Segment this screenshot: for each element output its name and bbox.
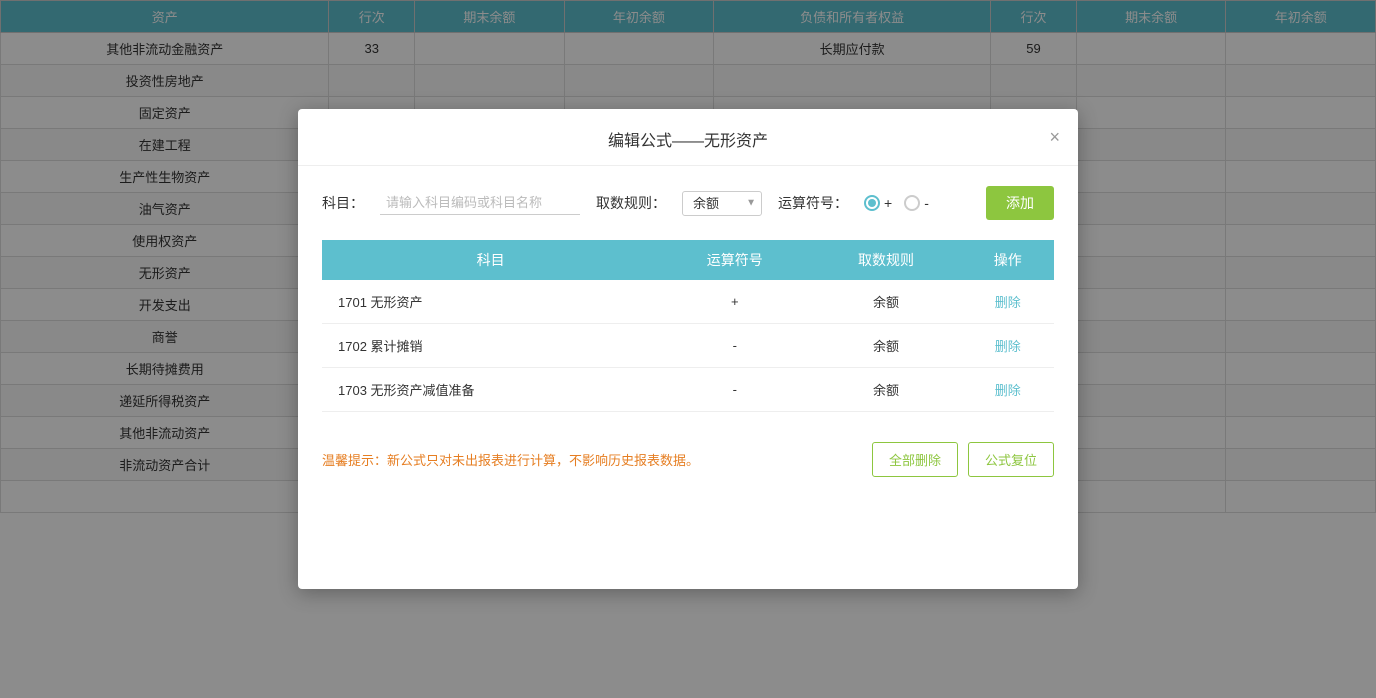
radio-plus-circle bbox=[864, 195, 880, 211]
formula-operator: - bbox=[659, 368, 810, 412]
formula-rule: 余额 bbox=[810, 324, 961, 368]
formula-table-row: 1703 无形资产减值准备 - 余额 删除 bbox=[322, 368, 1054, 412]
formula-table-row: 1701 无形资产 + 余额 删除 bbox=[322, 280, 1054, 324]
modal-footer: 温馨提示：新公式只对未出报表进行计算，不影响历史报表数据。 全部删除 公式复位 bbox=[298, 422, 1078, 477]
formula-table-row: 1702 累计摊销 - 余额 删除 bbox=[322, 324, 1054, 368]
formula-subject: 1703 无形资产减值准备 bbox=[322, 368, 659, 412]
delete-row-button[interactable]: 删除 bbox=[995, 336, 1021, 355]
subject-label: 科目： bbox=[322, 193, 364, 213]
rule-select-wrap: 余额 借方 贷方 ▼ bbox=[682, 191, 762, 216]
tip-text: 温馨提示：新公式只对未出报表进行计算，不影响历史报表数据。 bbox=[322, 450, 699, 469]
formula-subject: 1701 无形资产 bbox=[322, 280, 659, 324]
rule-label: 取数规则： bbox=[596, 193, 666, 213]
operator-plus-label: + bbox=[884, 195, 892, 211]
formula-table: 科目 运算符号 取数规则 操作 1701 无形资产 + 余额 删除 1702 累… bbox=[322, 240, 1054, 412]
col-rule: 取数规则 bbox=[810, 240, 961, 280]
delete-row-button[interactable]: 删除 bbox=[995, 292, 1021, 311]
rule-select[interactable]: 余额 借方 贷方 bbox=[682, 191, 762, 216]
radio-minus-circle bbox=[904, 195, 920, 211]
formula-subject: 1702 累计摊销 bbox=[322, 324, 659, 368]
modal-overlay: 编辑公式——无形资产 × 科目： 取数规则： 余额 借方 贷方 ▼ 运算符号： … bbox=[0, 0, 1376, 698]
operator-minus-radio[interactable]: - bbox=[904, 195, 929, 211]
formula-rule: 余额 bbox=[810, 368, 961, 412]
edit-formula-modal: 编辑公式——无形资产 × 科目： 取数规则： 余额 借方 贷方 ▼ 运算符号： … bbox=[298, 109, 1078, 589]
delete-all-button[interactable]: 全部删除 bbox=[872, 442, 958, 477]
formula-action: 删除 bbox=[962, 324, 1054, 368]
formula-operator: - bbox=[659, 324, 810, 368]
col-operator: 运算符号 bbox=[659, 240, 810, 280]
formula-action: 删除 bbox=[962, 368, 1054, 412]
operator-label: 运算符号： bbox=[778, 193, 848, 213]
form-row: 科目： 取数规则： 余额 借方 贷方 ▼ 运算符号： + - bbox=[298, 166, 1078, 236]
subject-input[interactable] bbox=[380, 191, 580, 215]
reset-formula-button[interactable]: 公式复位 bbox=[968, 442, 1054, 477]
add-button[interactable]: 添加 bbox=[986, 186, 1054, 220]
modal-close-button[interactable]: × bbox=[1049, 128, 1060, 146]
modal-header: 编辑公式——无形资产 × bbox=[298, 109, 1078, 166]
operator-radio-group: + - bbox=[864, 195, 929, 211]
col-subject: 科目 bbox=[322, 240, 659, 280]
footer-buttons: 全部删除 公式复位 bbox=[872, 442, 1054, 477]
formula-action: 删除 bbox=[962, 280, 1054, 324]
delete-row-button[interactable]: 删除 bbox=[995, 380, 1021, 399]
operator-minus-label: - bbox=[924, 195, 929, 211]
data-table-wrap: 科目 运算符号 取数规则 操作 1701 无形资产 + 余额 删除 1702 累… bbox=[298, 240, 1078, 412]
formula-operator: + bbox=[659, 280, 810, 324]
col-action: 操作 bbox=[962, 240, 1054, 280]
operator-plus-radio[interactable]: + bbox=[864, 195, 892, 211]
formula-rule: 余额 bbox=[810, 280, 961, 324]
modal-title: 编辑公式——无形资产 bbox=[608, 127, 768, 151]
